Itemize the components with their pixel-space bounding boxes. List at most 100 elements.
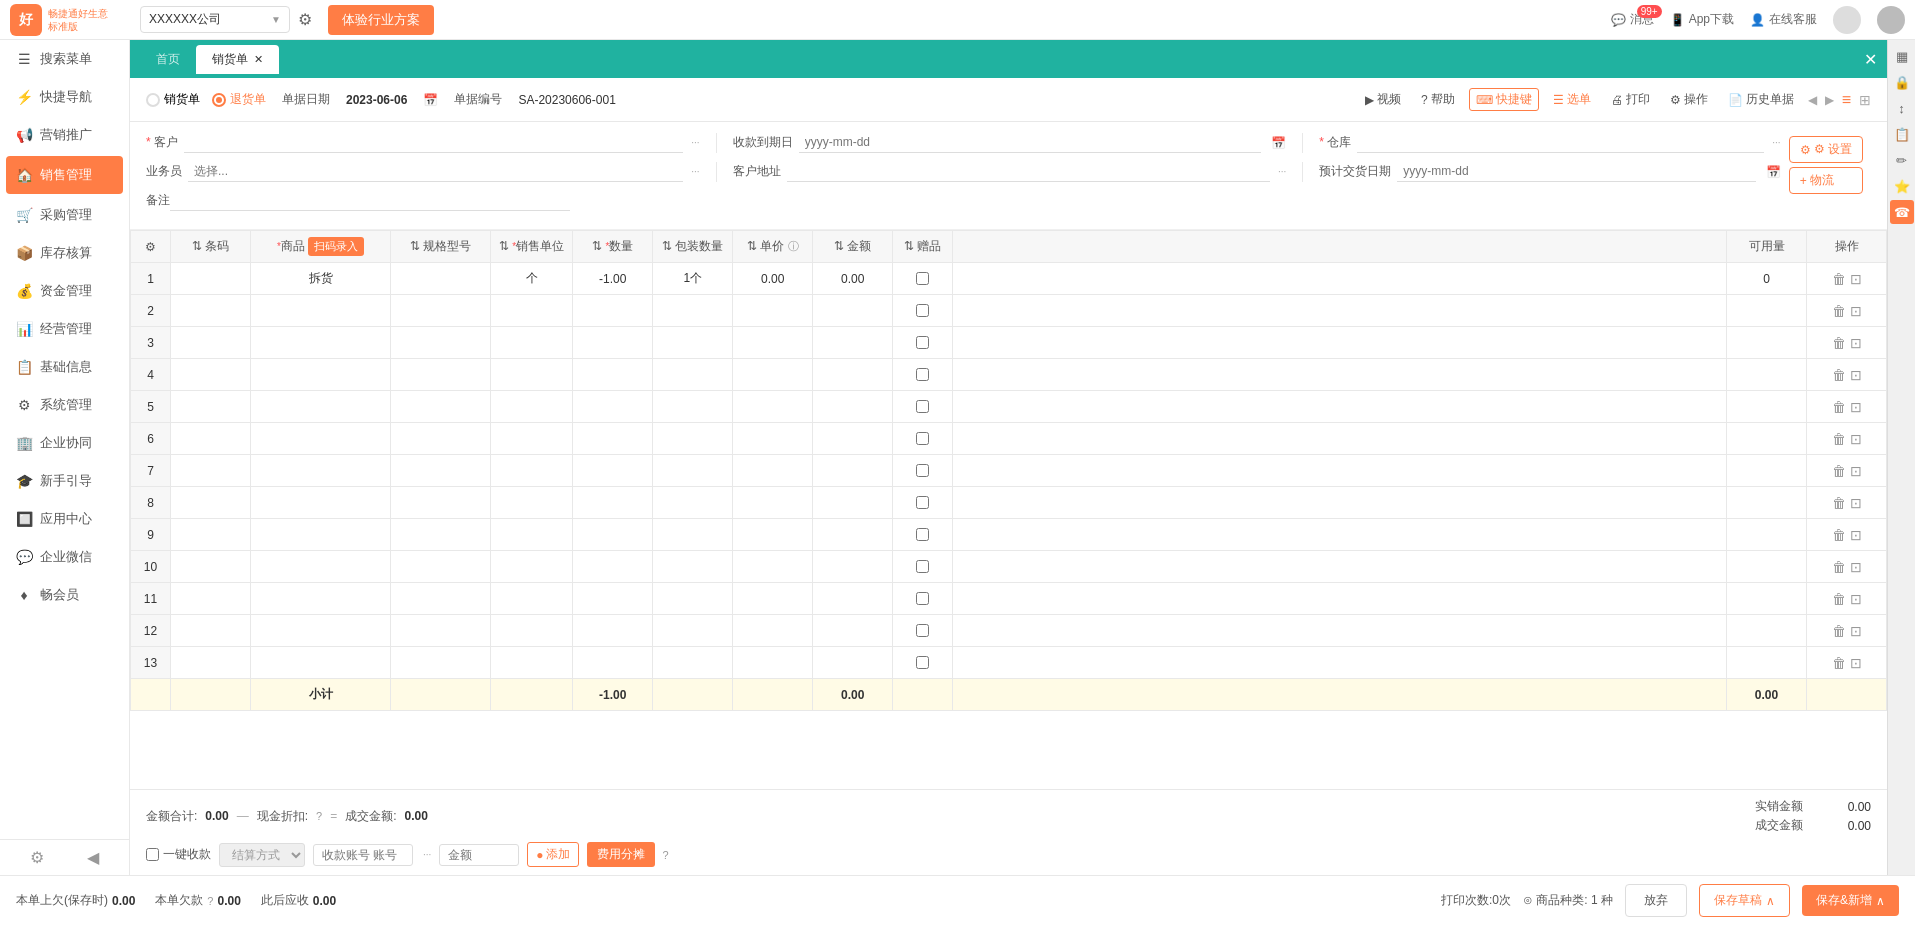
th-qty[interactable]: ⇅ *数量 xyxy=(573,231,653,263)
discount-info-icon[interactable]: ? xyxy=(316,810,322,822)
copy-icon-11[interactable]: ⊡ xyxy=(1850,591,1862,607)
save-new-button[interactable]: 保存&新增 ∧ xyxy=(1802,885,1899,916)
discard-button[interactable]: 放弃 xyxy=(1625,884,1687,917)
setup-button[interactable]: ⚙ ⚙ 设置 xyxy=(1789,136,1863,163)
gift-checkbox-6[interactable] xyxy=(916,432,929,445)
copy-icon-8[interactable]: ⊡ xyxy=(1850,495,1862,511)
scan-button[interactable]: 扫码录入 xyxy=(308,237,364,256)
copy-icon-1[interactable]: ⊡ xyxy=(1850,271,1862,287)
copy-icon-5[interactable]: ⊡ xyxy=(1850,399,1862,415)
price-info-icon[interactable]: ⓘ xyxy=(788,240,799,252)
delete-icon-3[interactable]: 🗑 xyxy=(1832,335,1846,351)
deficit-info-icon[interactable]: ? xyxy=(207,895,213,907)
gift-checkbox-2[interactable] xyxy=(916,304,929,317)
sidebar-item-search[interactable]: ☰ 搜索菜单 xyxy=(0,40,129,78)
copy-icon-6[interactable]: ⊡ xyxy=(1850,431,1862,447)
sidebar-item-marketing[interactable]: 📢 营销推广 xyxy=(0,116,129,154)
tab-sales-order[interactable]: 销货单 ✕ xyxy=(196,45,279,74)
sidebar-item-wechat[interactable]: 💬 企业微信 xyxy=(0,538,129,576)
video-btn[interactable]: ▶视频 xyxy=(1359,88,1407,111)
operation-btn[interactable]: ⚙操作 xyxy=(1664,88,1714,111)
delete-icon-6[interactable]: 🗑 xyxy=(1832,431,1846,447)
sidebar-item-operations[interactable]: 📊 经营管理 xyxy=(0,310,129,348)
delete-icon-11[interactable]: 🗑 xyxy=(1832,591,1846,607)
right-tool-expand[interactable]: ↕ xyxy=(1890,96,1914,120)
th-settings[interactable]: ⚙ xyxy=(131,231,171,263)
warehouse-dots[interactable]: ··· xyxy=(1772,137,1780,148)
sidebar-item-baseinfo[interactable]: 📋 基础信息 xyxy=(0,348,129,386)
sidebar-item-finance[interactable]: 💰 资金管理 xyxy=(0,272,129,310)
user-avatar[interactable] xyxy=(1833,6,1861,34)
right-tool-copy[interactable]: 📋 xyxy=(1890,122,1914,146)
account-input[interactable] xyxy=(313,844,413,866)
sidebar-item-system[interactable]: ⚙ 系统管理 xyxy=(0,386,129,424)
salesperson-input[interactable] xyxy=(188,161,683,182)
payment-calendar-icon[interactable]: 📅 xyxy=(1271,136,1286,150)
copy-icon-3[interactable]: ⊡ xyxy=(1850,335,1862,351)
remarks-input[interactable] xyxy=(170,190,570,211)
sidebar-settings-icon[interactable]: ⚙ xyxy=(30,848,44,867)
help-btn[interactable]: ?帮助 xyxy=(1415,88,1461,111)
expense-help-icon[interactable]: ? xyxy=(663,849,669,861)
copy-icon-10[interactable]: ⊡ xyxy=(1850,559,1862,575)
delete-icon-12[interactable]: 🗑 xyxy=(1832,623,1846,639)
delete-icon-5[interactable]: 🗑 xyxy=(1832,399,1846,415)
copy-icon-4[interactable]: ⊡ xyxy=(1850,367,1862,383)
expected-delivery-input[interactable] xyxy=(1397,161,1755,182)
gift-checkbox-1[interactable] xyxy=(916,272,929,285)
th-barcode[interactable]: ⇅ 条码 xyxy=(171,231,251,263)
th-spec[interactable]: ⇅ 规格型号 xyxy=(391,231,491,263)
customer-address-input[interactable] xyxy=(787,161,1270,182)
copy-icon-12[interactable]: ⊡ xyxy=(1850,623,1862,639)
company-selector[interactable]: XXXXXX公司 ▼ xyxy=(140,6,290,33)
row-spec-1[interactable] xyxy=(391,263,491,295)
delivery-calendar-icon[interactable]: 📅 xyxy=(1766,165,1781,179)
delete-icon-8[interactable]: 🗑 xyxy=(1832,495,1846,511)
user-avatar2[interactable] xyxy=(1877,6,1905,34)
gift-checkbox-3[interactable] xyxy=(916,336,929,349)
print-btn[interactable]: 🖨打印 xyxy=(1605,88,1656,111)
select-order-btn[interactable]: ☰选单 xyxy=(1547,88,1597,111)
calendar-icon[interactable]: 📅 xyxy=(423,93,438,107)
message-icon-item[interactable]: 💬 消息 99+ xyxy=(1611,11,1654,28)
close-all-tabs-icon[interactable]: ✕ xyxy=(1864,50,1877,69)
copy-icon-13[interactable]: ⊡ xyxy=(1850,655,1862,671)
gift-checkbox-10[interactable] xyxy=(916,560,929,573)
copy-icon-7[interactable]: ⊡ xyxy=(1850,463,1862,479)
tab-close-icon[interactable]: ✕ xyxy=(254,53,263,66)
amount-field[interactable] xyxy=(439,844,519,866)
save-draft-button[interactable]: 保存草稿 ∧ xyxy=(1699,884,1790,917)
sidebar-item-guide[interactable]: 🎓 新手引导 xyxy=(0,462,129,500)
th-pack-qty[interactable]: ⇅ 包装数量 xyxy=(653,231,733,263)
sidebar-item-purchase[interactable]: 🛒 采购管理 xyxy=(0,196,129,234)
trial-button[interactable]: 体验行业方案 xyxy=(328,5,434,35)
app-download-item[interactable]: 📱 App下载 xyxy=(1670,11,1734,28)
delete-icon-13[interactable]: 🗑 xyxy=(1832,655,1846,671)
radio-return-order[interactable]: 退货单 xyxy=(212,91,266,108)
th-amount[interactable]: ⇅ 金额 xyxy=(813,231,893,263)
copy-icon-2[interactable]: ⊡ xyxy=(1850,303,1862,319)
th-unit[interactable]: ⇅ *销售单位 xyxy=(491,231,573,263)
logistics-button[interactable]: + 物流 xyxy=(1789,167,1863,194)
gift-checkbox-5[interactable] xyxy=(916,400,929,413)
th-gift[interactable]: ⇅ 赠品 xyxy=(893,231,953,263)
right-tool-phone[interactable]: ☎ xyxy=(1890,200,1914,224)
spec-input-1[interactable] xyxy=(399,272,482,286)
right-tool-star[interactable]: ⭐ xyxy=(1890,174,1914,198)
delete-icon-4[interactable]: 🗑 xyxy=(1832,367,1846,383)
payment-checkbox-label[interactable]: 一键收款 xyxy=(146,846,211,863)
delete-icon-7[interactable]: 🗑 xyxy=(1832,463,1846,479)
gift-checkbox-4[interactable] xyxy=(916,368,929,381)
gift-checkbox-13[interactable] xyxy=(916,656,929,669)
sidebar-item-sales[interactable]: 🏠 销售管理 xyxy=(6,156,123,194)
sidebar-collapse-icon[interactable]: ◀ xyxy=(87,848,99,867)
sidebar-item-appcenter[interactable]: 🔲 应用中心 xyxy=(0,500,129,538)
sidebar-item-quicknav[interactable]: ⚡ 快捷导航 xyxy=(0,78,129,116)
add-payment-button[interactable]: ● 添加 xyxy=(527,842,578,867)
settings-icon[interactable]: ⚙ xyxy=(290,6,320,33)
th-product[interactable]: *商品 扫码录入 xyxy=(251,231,391,263)
customer-input[interactable] xyxy=(184,132,683,153)
right-tool-edit[interactable]: ✏ xyxy=(1890,148,1914,172)
gift-checkbox-12[interactable] xyxy=(916,624,929,637)
customer-dots[interactable]: ··· xyxy=(691,137,699,148)
